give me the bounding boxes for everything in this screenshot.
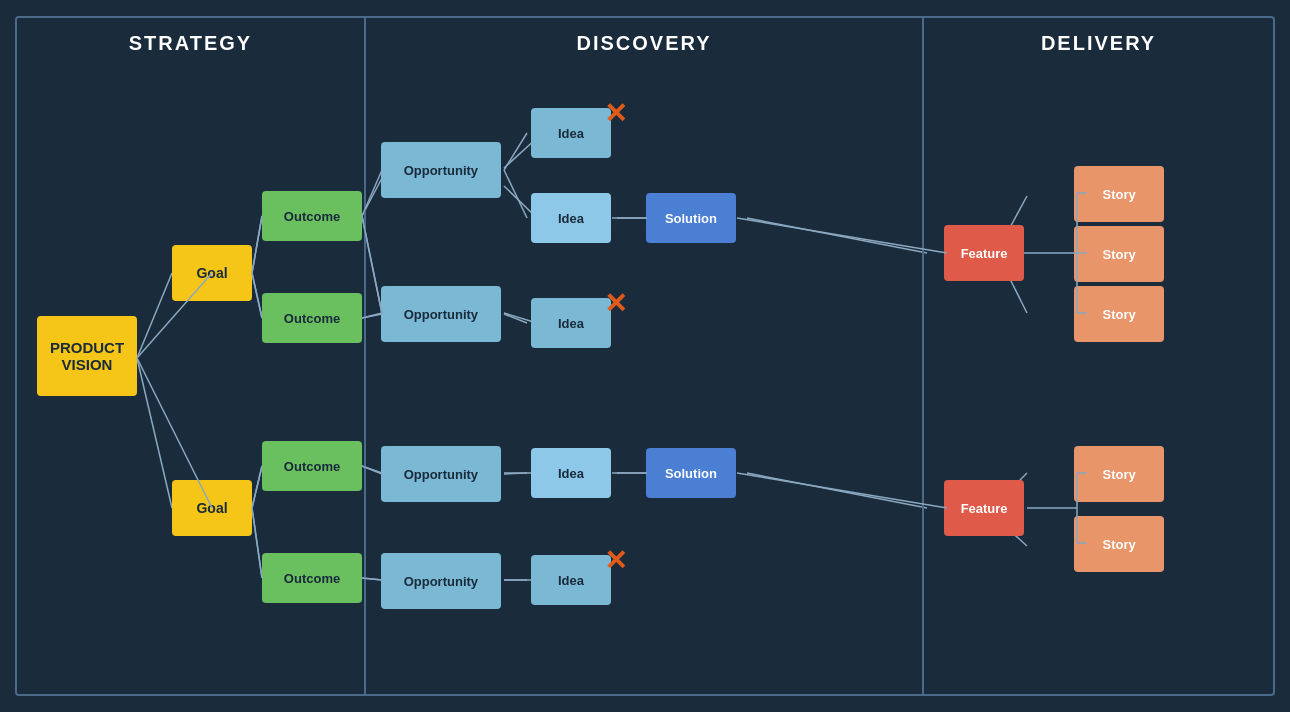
idea-3-label: Idea — [558, 316, 584, 331]
outcome-2-label: Outcome — [284, 311, 340, 326]
feature-2-label: Feature — [961, 501, 1008, 516]
idea-1-rejected-icon: ✕ — [604, 100, 627, 128]
story-5-box: Story — [1074, 516, 1164, 572]
outcome-3-label: Outcome — [284, 459, 340, 474]
outcome-3-box: Outcome — [262, 441, 362, 491]
outcome-4-label: Outcome — [284, 571, 340, 586]
discovery-header: DISCOVERY — [366, 18, 922, 65]
section-strategy: STRATEGY PRODUCT VISION Goal Goal Outcom… — [17, 18, 366, 694]
goal-2-box: Goal — [172, 480, 252, 536]
story-1-label: Story — [1102, 187, 1135, 202]
outcome-4-box: Outcome — [262, 553, 362, 603]
idea-3-rejected-icon: ✕ — [604, 290, 627, 318]
story-3-label: Story — [1102, 307, 1135, 322]
feature-2-box: Feature — [944, 480, 1024, 536]
opportunity-1-box: Opportunity — [381, 142, 501, 198]
feature-1-label: Feature — [961, 246, 1008, 261]
story-1-box: Story — [1074, 166, 1164, 222]
idea-1-label: Idea — [558, 126, 584, 141]
strategy-header: STRATEGY — [17, 18, 364, 65]
story-4-box: Story — [1074, 446, 1164, 502]
outcome-2-box: Outcome — [262, 293, 362, 343]
delivery-header: DELIVERY — [924, 18, 1273, 65]
opportunity-3-label: Opportunity — [404, 467, 478, 482]
opportunity-2-box: Opportunity — [381, 286, 501, 342]
solution-2-label: Solution — [665, 466, 717, 481]
story-2-box: Story — [1074, 226, 1164, 282]
outcome-1-label: Outcome — [284, 209, 340, 224]
idea-4-box: Idea — [531, 448, 611, 498]
opportunity-3-box: Opportunity — [381, 446, 501, 502]
story-4-label: Story — [1102, 467, 1135, 482]
story-3-box: Story — [1074, 286, 1164, 342]
section-discovery: DISCOVERY Opportunity Opportunity Opport… — [366, 18, 924, 694]
opportunity-2-label: Opportunity — [404, 307, 478, 322]
product-vision-box: PRODUCT VISION — [37, 316, 137, 396]
idea-5-label: Idea — [558, 573, 584, 588]
solution-1-box: Solution — [646, 193, 736, 243]
feature-1-box: Feature — [944, 225, 1024, 281]
main-diagram: STRATEGY PRODUCT VISION Goal Goal Outcom… — [15, 16, 1275, 696]
idea-5-rejected-icon: ✕ — [604, 547, 627, 575]
opportunity-4-box: Opportunity — [381, 553, 501, 609]
outcome-1-box: Outcome — [262, 191, 362, 241]
opportunity-4-label: Opportunity — [404, 574, 478, 589]
idea-4-label: Idea — [558, 466, 584, 481]
goal-2-label: Goal — [196, 500, 227, 516]
product-vision-label: PRODUCT VISION — [50, 339, 124, 373]
opportunity-1-label: Opportunity — [404, 163, 478, 178]
solution-1-label: Solution — [665, 211, 717, 226]
section-delivery: DELIVERY Feature Feature Story Story Sto… — [924, 18, 1273, 694]
idea-2-label: Idea — [558, 211, 584, 226]
solution-2-box: Solution — [646, 448, 736, 498]
idea-3-box: Idea — [531, 298, 611, 348]
goal-1-label: Goal — [196, 265, 227, 281]
idea-5-box: Idea — [531, 555, 611, 605]
idea-2-box: Idea — [531, 193, 611, 243]
story-5-label: Story — [1102, 537, 1135, 552]
idea-1-box: Idea — [531, 108, 611, 158]
story-2-label: Story — [1102, 247, 1135, 262]
goal-1-box: Goal — [172, 245, 252, 301]
